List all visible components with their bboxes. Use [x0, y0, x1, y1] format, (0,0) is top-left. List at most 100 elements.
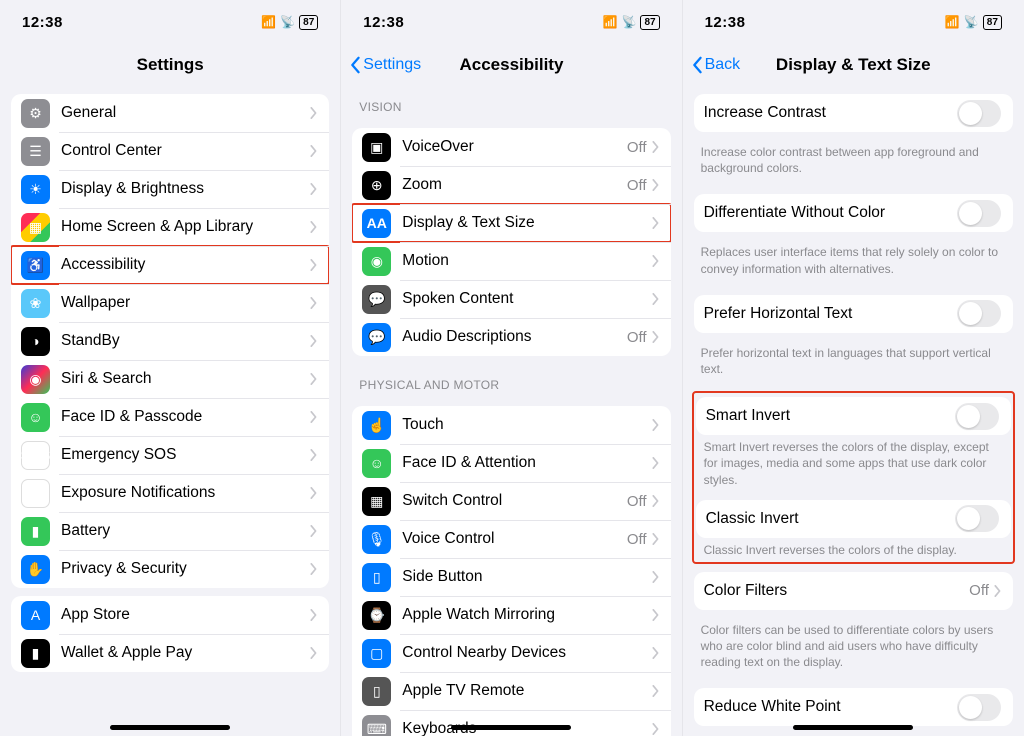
status-time: 12:38: [705, 14, 746, 31]
row-label: Apple TV Remote: [402, 682, 650, 700]
toggle-classic-invert[interactable]: [955, 505, 999, 532]
row-siri-search[interactable]: ◉Siri & Search: [11, 360, 329, 398]
row-battery[interactable]: ▮Battery: [11, 512, 329, 550]
screen-settings: 12:38 📶 📡 87 Settings ⚙General☰Control C…: [0, 0, 341, 736]
row-display-text-size[interactable]: AADisplay & Text Size: [352, 204, 670, 242]
row-value: Off: [969, 582, 989, 599]
row-label: Apple Watch Mirroring: [402, 606, 650, 624]
battery-icon: 87: [640, 15, 659, 30]
row-label: Battery: [61, 522, 309, 540]
home-indicator[interactable]: [451, 725, 571, 730]
app-store-icon: A: [21, 601, 50, 630]
row-reduce-white-point[interactable]: Reduce White Point: [694, 688, 1013, 726]
status-indicators: 📶 📡 87: [261, 15, 318, 30]
row-label: Face ID & Attention: [402, 454, 650, 472]
row-color-filters[interactable]: Color Filters Off: [694, 572, 1013, 610]
row-increase-contrast[interactable]: Increase Contrast: [694, 94, 1013, 132]
row-apple-tv-remote[interactable]: ▯Apple TV Remote: [352, 672, 670, 710]
chevron-right-icon: [651, 179, 659, 191]
chevron-right-icon: [309, 609, 317, 621]
row-label: Differentiate Without Color: [704, 204, 957, 222]
row-label: Audio Descriptions: [402, 328, 627, 346]
row-emergency-sos[interactable]: SOSEmergency SOS: [11, 436, 329, 474]
highlight-invert: Smart Invert Smart Invert reverses the c…: [692, 391, 1015, 564]
row-classic-invert[interactable]: Classic Invert: [696, 500, 1011, 538]
row-general[interactable]: ⚙General: [11, 94, 329, 132]
toggle-reduce-white-point[interactable]: [957, 694, 1001, 721]
toggle-increase-contrast[interactable]: [957, 100, 1001, 127]
side-button-icon: ▯: [362, 563, 391, 592]
back-label: Settings: [363, 56, 421, 74]
voice-control-icon: 🎙: [362, 525, 391, 554]
row-switch-control[interactable]: ▦Switch ControlOff: [352, 482, 670, 520]
chevron-right-icon: [651, 571, 659, 583]
row-standby[interactable]: ◑StandBy: [11, 322, 329, 360]
row-prefer-horizontal-group: Prefer Horizontal Text: [694, 295, 1013, 333]
row-label: Spoken Content: [402, 290, 650, 308]
control-center-icon: ☰: [21, 137, 50, 166]
toggle-prefer-horizontal[interactable]: [957, 300, 1001, 327]
row-label: Wallet & Apple Pay: [61, 644, 309, 662]
row-keyboards[interactable]: ⌨Keyboards: [352, 710, 670, 736]
row-side-button[interactable]: ▯ Side Button: [352, 558, 670, 596]
row-zoom[interactable]: ⊕ZoomOff: [352, 166, 670, 204]
row-faceid-attention[interactable]: ☺Face ID & Attention: [352, 444, 670, 482]
row-faceid-passcode[interactable]: ☺Face ID & Passcode: [11, 398, 329, 436]
row-label: Home Screen & App Library: [61, 218, 309, 236]
footer-classic-invert: Classic Invert reverses the colors of th…: [694, 538, 1013, 560]
chevron-right-icon: [309, 525, 317, 537]
row-prefer-horizontal[interactable]: Prefer Horizontal Text: [694, 295, 1013, 333]
chevron-right-icon: [651, 331, 659, 343]
home-indicator[interactable]: [793, 725, 913, 730]
row-apple-watch-mirroring[interactable]: ⌚Apple Watch Mirroring: [352, 596, 670, 634]
siri-search-icon: ◉: [21, 365, 50, 394]
row-wallpaper[interactable]: ❀Wallpaper: [11, 284, 329, 322]
audio-descriptions-icon: 💬: [362, 323, 391, 352]
row-reduce-white-point-group: Reduce White Point: [694, 688, 1013, 726]
chevron-right-icon: [651, 419, 659, 431]
toggle-diff-without-color[interactable]: [957, 200, 1001, 227]
motion-icon: ◉: [362, 247, 391, 276]
row-diff-without-color[interactable]: Differentiate Without Color: [694, 194, 1013, 232]
toggle-smart-invert[interactable]: [955, 403, 999, 430]
emergency-sos-icon: SOS: [21, 441, 50, 470]
accessibility-icon: ♿: [21, 251, 50, 280]
row-audio-descriptions[interactable]: 💬Audio DescriptionsOff: [352, 318, 670, 356]
row-label: Wallpaper: [61, 294, 309, 312]
battery-icon: 87: [299, 15, 318, 30]
row-exposure-notifications[interactable]: ☀Exposure Notifications: [11, 474, 329, 512]
row-accessibility[interactable]: ♿Accessibility: [11, 246, 329, 284]
back-button[interactable]: Back: [691, 56, 741, 74]
row-label: Reduce White Point: [704, 698, 957, 716]
row-label: Side Button: [402, 568, 650, 586]
row-home-screen[interactable]: ▦Home Screen & App Library: [11, 208, 329, 246]
privacy-security-icon: ✋: [21, 555, 50, 584]
row-privacy-security[interactable]: ✋Privacy & Security: [11, 550, 329, 588]
row-display-brightness[interactable]: ☀Display & Brightness: [11, 170, 329, 208]
row-label: Display & Text Size: [402, 214, 650, 232]
row-app-store[interactable]: AApp Store: [11, 596, 329, 634]
row-smart-invert[interactable]: Smart Invert: [696, 397, 1011, 435]
row-color-filters-group: Color Filters Off: [694, 572, 1013, 610]
back-button[interactable]: Settings: [349, 56, 421, 74]
row-value: Off: [627, 139, 647, 156]
row-motion[interactable]: ◉Motion: [352, 242, 670, 280]
home-indicator[interactable]: [110, 725, 230, 730]
row-control-nearby[interactable]: ▢Control Nearby Devices: [352, 634, 670, 672]
keyboards-icon: ⌨: [362, 715, 391, 736]
accessibility-group-motor: ☝Touch☺Face ID & Attention ▦ Switch Contro…: [352, 406, 670, 736]
row-label: Control Nearby Devices: [402, 644, 650, 662]
spoken-content-icon: 💬: [362, 285, 391, 314]
switch-control-icon: ▦: [362, 487, 391, 516]
row-label: Switch Control: [402, 492, 627, 510]
row-wallet[interactable]: ▮Wallet & Apple Pay: [11, 634, 329, 672]
row-classic-invert-group: Classic Invert: [696, 500, 1011, 538]
row-voiceover[interactable]: ▣VoiceOverOff: [352, 128, 670, 166]
row-touch[interactable]: ☝Touch: [352, 406, 670, 444]
row-label: Face ID & Passcode: [61, 408, 309, 426]
chevron-right-icon: [651, 495, 659, 507]
chevron-right-icon: [651, 217, 659, 229]
row-control-center[interactable]: ☰Control Center: [11, 132, 329, 170]
row-voice-control[interactable]: 🎙Voice ControlOff: [352, 520, 670, 558]
row-spoken-content[interactable]: 💬 Spoken Content: [352, 280, 670, 318]
